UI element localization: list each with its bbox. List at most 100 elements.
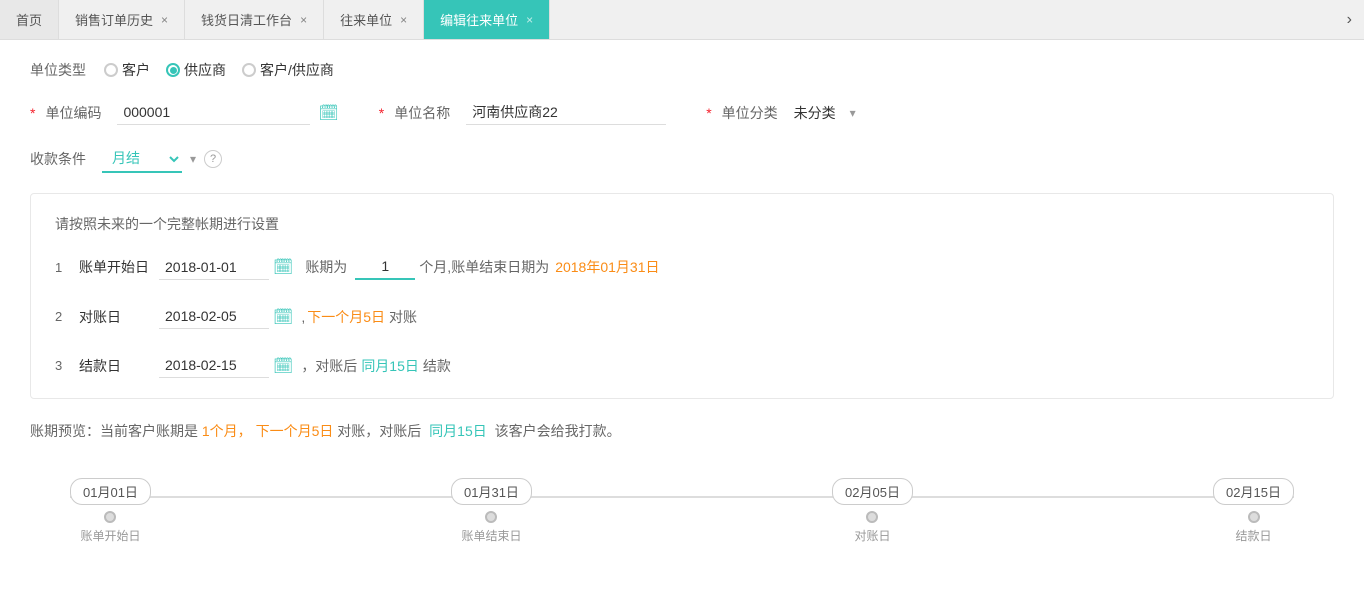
category-value: 未分类 — [794, 103, 836, 123]
tab-edit-partner[interactable]: 编辑往来单位 × — [424, 0, 550, 39]
tab-cashier-close[interactable]: × — [300, 13, 307, 27]
tab-sales-history-close[interactable]: × — [161, 13, 168, 27]
tab-partner[interactable]: 往来单位 × — [324, 0, 424, 39]
timeline-label-4: 结款日 — [1236, 527, 1272, 544]
payment-row: 收款条件 月结 ▾ ? — [30, 145, 1334, 173]
timeline-badge-2: 01月31日 — [451, 478, 532, 505]
name-field-group: * 单位名称 — [379, 100, 666, 125]
timeline-node-1: 01月01日 账单开始日 — [70, 478, 151, 544]
preview-reconcile: 下一个月5日 — [256, 423, 334, 439]
code-input[interactable] — [117, 100, 310, 125]
unit-type-radio-group: 客户 供应商 客户/供应商 — [104, 60, 334, 80]
tab-edit-partner-close[interactable]: × — [526, 13, 533, 27]
unit-type-row: 单位类型 客户 供应商 客户/供应商 — [30, 60, 1334, 80]
tab-bar: 首页 销售订单历史 × 钱货日清工作台 × 往来单位 × 编辑往来单位 × › — [0, 0, 1364, 40]
preview-text: 账期预览：当前客户账期是 1个月， 下一个月5日 对账，对账后 同月15日 该客… — [30, 419, 1334, 444]
category-required: * — [706, 105, 711, 121]
timeline-container: 01月01日 账单开始日 01月31日 账单结束日 02月05日 对账日 02月… — [30, 468, 1334, 554]
period-payment-highlight: 同月15日 — [361, 356, 419, 376]
preview-postfix: 该客户会给我打款。 — [495, 423, 621, 439]
timeline-nodes: 01月01日 账单开始日 01月31日 账单结束日 02月05日 对账日 02月… — [70, 478, 1294, 544]
period-label-2: 对账日 — [79, 307, 159, 327]
tab-home[interactable]: 首页 — [0, 0, 59, 39]
timeline-label-1: 账单开始日 — [80, 527, 140, 544]
timeline-badge-4: 02月15日 — [1213, 478, 1294, 505]
category-dropdown-arrow[interactable]: ▾ — [850, 106, 856, 120]
period-desc-1: 账期为 — [305, 257, 347, 277]
period-row-1: 1 账单开始日 🗓 账期为 个月,账单结束日期为 2018年01月31日 — [55, 254, 1309, 280]
code-field-group: * 单位编码 🗓 — [30, 100, 339, 125]
preview-period: 1个月， — [202, 423, 252, 439]
category-label: 单位分类 — [722, 103, 778, 123]
period-desc-3-suffix: 结款 — [423, 356, 451, 376]
radio-both-circle — [242, 63, 256, 77]
timeline-label-2: 账单结束日 — [461, 527, 521, 544]
radio-both[interactable]: 客户/供应商 — [242, 60, 334, 80]
reconcile-date-calendar-icon[interactable]: 🗓 — [273, 307, 293, 327]
payment-label: 收款条件 — [30, 149, 86, 169]
period-num-2: 2 — [55, 309, 79, 324]
period-desc-1b: 个月,账单结束日期为 — [419, 257, 549, 277]
tab-cashier-label: 钱货日清工作台 — [201, 10, 292, 29]
timeline-node-3: 02月05日 对账日 — [832, 478, 913, 544]
payment-select[interactable]: 月结 — [102, 145, 182, 173]
code-calendar-icon[interactable]: 🗓 — [318, 103, 338, 123]
start-date-input[interactable] — [159, 255, 269, 280]
period-reconcile-highlight: 下一个月5日 — [307, 307, 385, 327]
radio-customer-label: 客户 — [122, 60, 150, 80]
period-end-date: 2018年01月31日 — [555, 257, 659, 277]
preview-payment: 同月15日 — [429, 423, 487, 439]
timeline-node-2: 01月31日 账单结束日 — [451, 478, 532, 544]
payment-date-calendar-icon[interactable]: 🗓 — [273, 356, 293, 376]
payment-date-input[interactable] — [159, 353, 269, 378]
timeline-dot-2 — [485, 511, 497, 523]
period-desc-2-suffix: 对账 — [389, 307, 417, 327]
preview-reconcile-suffix: 对账，对账后 — [337, 423, 421, 439]
tab-sales-history-label: 销售订单历史 — [75, 10, 153, 29]
preview-prefix: 账期预览：当前客户账期是 — [30, 423, 198, 439]
timeline-label-3: 对账日 — [854, 527, 890, 544]
radio-customer-circle — [104, 63, 118, 77]
help-icon[interactable]: ? — [204, 150, 222, 168]
radio-supplier-circle — [166, 63, 180, 77]
period-row-2: 2 对账日 🗓 , 下一个月5日 对账 — [55, 304, 1309, 329]
tab-sales-history[interactable]: 销售订单历史 × — [59, 0, 185, 39]
code-required: * — [30, 105, 35, 121]
timeline-dot-1 — [104, 511, 116, 523]
radio-supplier-label: 供应商 — [184, 60, 226, 80]
name-input[interactable] — [466, 100, 666, 125]
period-num-3: 3 — [55, 358, 79, 373]
tab-partner-label: 往来单位 — [340, 10, 392, 29]
tab-edit-partner-label: 编辑往来单位 — [440, 10, 518, 29]
radio-both-label: 客户/供应商 — [260, 60, 334, 80]
unit-type-label: 单位类型 — [30, 60, 86, 80]
tab-partner-close[interactable]: × — [400, 13, 407, 27]
period-row-3: 3 结款日 🗓 ，对账后 同月15日 结款 — [55, 353, 1309, 378]
period-label-3: 结款日 — [79, 356, 159, 376]
tab-home-label: 首页 — [16, 10, 42, 29]
main-content: 单位类型 客户 供应商 客户/供应商 * 单位编码 🗓 * 单位名称 — [0, 40, 1364, 608]
name-label: 单位名称 — [394, 103, 450, 123]
timeline-badge-3: 02月05日 — [832, 478, 913, 505]
period-label-1: 账单开始日 — [79, 257, 159, 277]
period-months-input[interactable] — [355, 254, 415, 280]
timeline-dot-4 — [1248, 511, 1260, 523]
radio-customer[interactable]: 客户 — [104, 60, 150, 80]
period-box: 请按照未来的一个完整帐期进行设置 1 账单开始日 🗓 账期为 个月,账单结束日期… — [30, 193, 1334, 399]
start-date-calendar-icon[interactable]: 🗓 — [273, 257, 293, 277]
tab-cashier[interactable]: 钱货日清工作台 × — [185, 0, 324, 39]
timeline-badge-1: 01月01日 — [70, 478, 151, 505]
timeline-dot-3 — [866, 511, 878, 523]
period-desc-2-prefix: , — [301, 309, 305, 325]
period-num-1: 1 — [55, 260, 79, 275]
code-name-category-row: * 单位编码 🗓 * 单位名称 * 单位分类 未分类 ▾ — [30, 100, 1334, 125]
reconcile-date-input[interactable] — [159, 304, 269, 329]
timeline-node-4: 02月15日 结款日 — [1213, 478, 1294, 544]
tab-scroll-right[interactable]: › — [1335, 0, 1364, 39]
code-label: 单位编码 — [45, 103, 101, 123]
name-required: * — [379, 105, 384, 121]
radio-supplier[interactable]: 供应商 — [166, 60, 226, 80]
period-desc-3-prefix: ，对账后 — [301, 356, 357, 376]
period-title: 请按照未来的一个完整帐期进行设置 — [55, 214, 1309, 234]
payment-dropdown-arrow[interactable]: ▾ — [190, 152, 196, 166]
